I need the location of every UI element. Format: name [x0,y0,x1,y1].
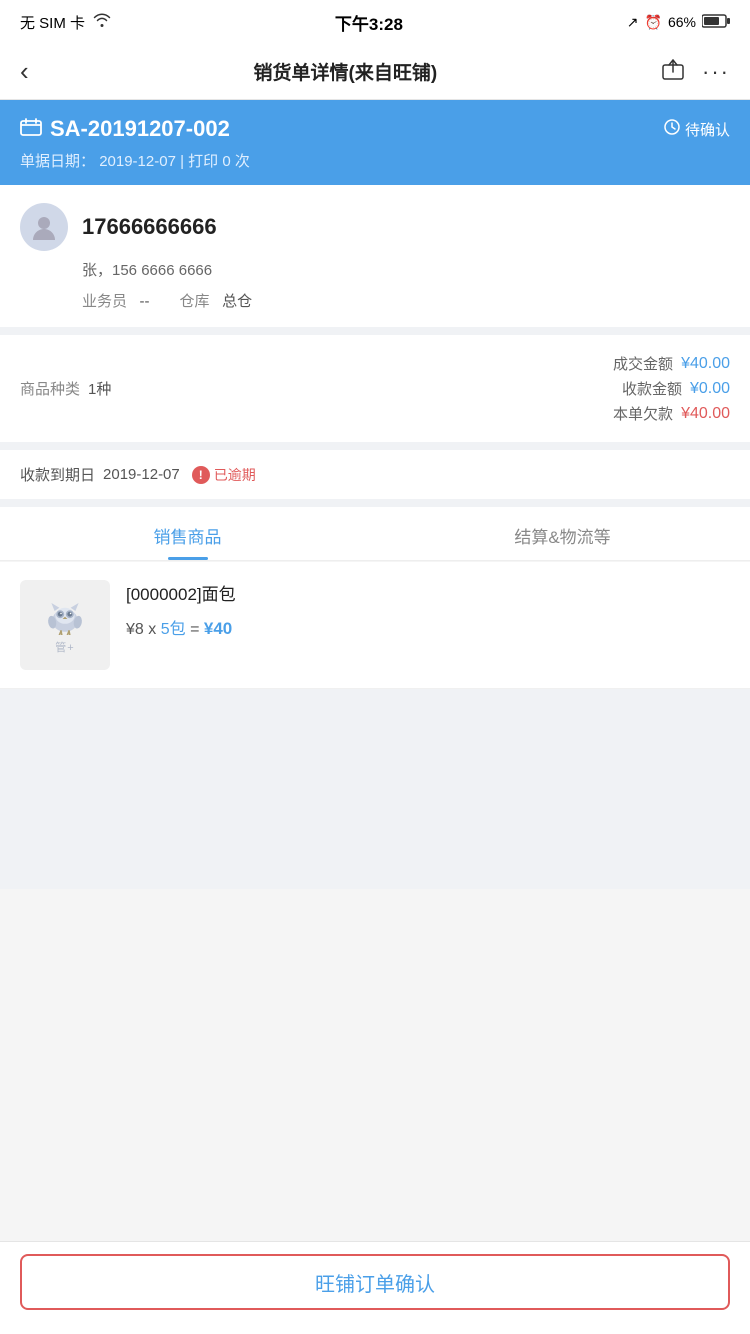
deal-amount-label: 成交金额 [613,353,673,374]
carrier-text: 无 SIM 卡 [20,12,85,33]
order-status: 待确认 [664,119,730,140]
alarm-icon: ⏰ [645,14,662,31]
order-date-row: 单据日期： 2019-12-07 | 打印 0 次 [20,150,730,171]
product-item: 管+ [0000002]面包 ¥8 x 5包 = ¥40 [0,562,750,689]
deal-amount-value: ¥40.00 [681,355,730,373]
due-date-card: 收款到期日 2019-12-07 ! 已逾期 [0,450,750,507]
order-icon [20,116,42,142]
product-total: ¥40 [204,619,232,638]
tab-settlement[interactable]: 结算&物流等 [375,507,750,560]
summary-goods-type: 商品种类 1种 [20,353,613,424]
status-right: ↗ ⏰ 66% [627,14,730,31]
product-image: 管+ [20,580,110,670]
clock-icon [664,119,680,139]
product-list: 管+ [0000002]面包 ¥8 x 5包 = ¥40 [0,562,750,689]
bottom-bar: 旺铺订单确认 [0,1241,750,1334]
nav-actions: ··· [662,58,730,86]
customer-card: 17666666666 张，156 6666 6666 业务员 -- 仓库 总仓 [0,185,750,335]
share-button[interactable] [662,58,684,86]
battery-pct: 66% [668,14,696,30]
brand-text: 管+ [55,639,74,655]
warehouse-label: 仓库 [180,293,210,310]
customer-avatar [20,203,68,251]
due-date-value: 2019-12-07 [103,466,180,483]
salesperson-value: -- [140,293,150,310]
owed-label: 本单欠款 [613,403,673,424]
wifi-icon [93,13,111,31]
more-button[interactable]: ··· [702,59,730,85]
order-header: SA-20191207-002 待确认 单据日期： 2019-12-07 | 打… [0,100,750,185]
confirm-order-button[interactable]: 旺铺订单确认 [20,1254,730,1310]
product-qty: 5包 [161,621,190,638]
status-text: 待确认 [685,119,730,140]
status-left: 无 SIM 卡 [20,12,111,33]
summary-card: 商品种类 1种 成交金额 ¥40.00 收款金额 ¥0.00 本单欠款 ¥40.… [0,335,750,450]
warehouse-value: 总仓 [222,293,252,310]
back-button[interactable]: ‹ [20,56,29,87]
nav-bar: ‹ 销货单详情(来自旺铺) ··· [0,44,750,100]
battery-icon [702,14,730,31]
status-bar: 无 SIM 卡 下午3:28 ↗ ⏰ 66% [0,0,750,44]
received-label: 收款金额 [622,378,682,399]
empty-space [0,689,750,889]
overdue-icon: ! [192,466,210,484]
customer-name: 张，156 6666 6666 [82,259,730,280]
product-name: [0000002]面包 [126,580,730,605]
product-price: ¥8 x 5包 = ¥40 [126,615,730,639]
overdue-label: 已逾期 [214,465,256,485]
customer-meta: 业务员 -- 仓库 总仓 [82,290,730,311]
overdue-badge: ! 已逾期 [192,465,256,485]
salesperson-label: 业务员 [82,293,127,310]
location-icon: ↗ [627,14,639,31]
due-date-label: 收款到期日 [20,464,95,485]
summary-amounts: 成交金额 ¥40.00 收款金额 ¥0.00 本单欠款 ¥40.00 [613,353,730,424]
page-title: 销货单详情(来自旺铺) [254,58,438,85]
owed-value: ¥40.00 [681,405,730,423]
tabs: 销售商品 结算&物流等 [0,507,750,561]
tab-products[interactable]: 销售商品 [0,507,375,560]
product-info: [0000002]面包 ¥8 x 5包 = ¥40 [126,580,730,639]
order-id: SA-20191207-002 [20,116,230,142]
received-value: ¥0.00 [690,380,730,398]
status-time: 下午3:28 [335,10,403,35]
customer-phone: 17666666666 [82,214,217,240]
